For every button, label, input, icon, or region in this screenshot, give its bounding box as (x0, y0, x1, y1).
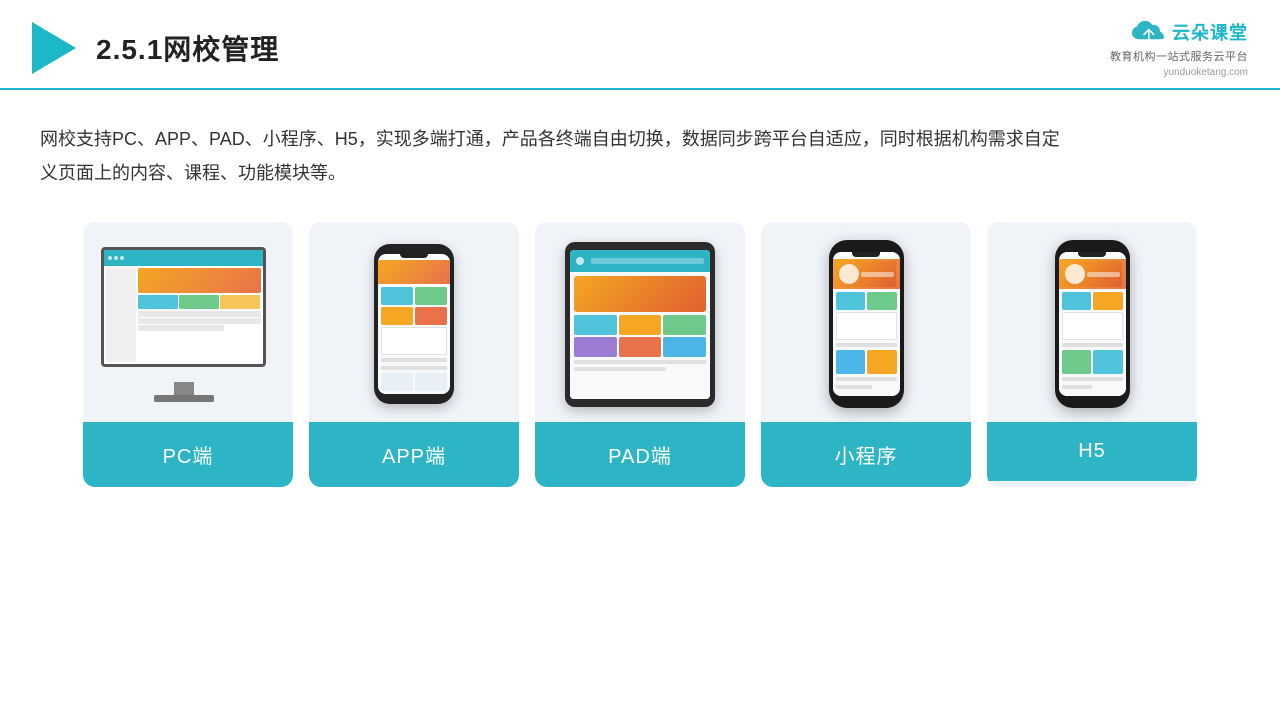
card-miniprogram-image (761, 222, 971, 422)
miniprogram-phone-screen (833, 252, 900, 396)
cloud-icon (1128, 18, 1168, 46)
pc-mockup (101, 247, 276, 402)
page-title: 2.5.1网校管理 (96, 28, 279, 68)
card-h5-image (987, 222, 1197, 422)
card-pad-image (535, 222, 745, 422)
description-text: 网校支持PC、APP、PAD、小程序、H5，实现多端打通，产品各终端自由切换，数… (0, 90, 1100, 206)
card-pad-label: PAD端 (535, 422, 745, 487)
brand-logo: 云朵课堂 教育机构一站式服务云平台 yunduoketang.com (1110, 18, 1248, 78)
card-app-image (309, 222, 519, 422)
card-pc-image (83, 222, 293, 422)
logo-subtitle: 教育机构一站式服务云平台 (1110, 48, 1248, 64)
logo-domain: yunduoketang.com (1163, 67, 1248, 78)
card-app: APP端 (309, 222, 519, 487)
card-miniprogram: 小程序 (761, 222, 971, 487)
app-phone-mockup (374, 244, 454, 404)
card-pc: PC端 (83, 222, 293, 487)
card-pc-label: PC端 (83, 422, 293, 487)
pad-screen (570, 250, 710, 399)
cloud-logo: 云朵课堂 (1128, 18, 1248, 46)
app-phone-screen (378, 254, 450, 394)
pc-screen (101, 247, 266, 367)
card-app-label: APP端 (309, 422, 519, 487)
description-content: 网校支持PC、APP、PAD、小程序、H5，实现多端打通，产品各终端自由切换，数… (40, 129, 1060, 183)
card-h5: H5 (987, 222, 1197, 487)
pad-mockup (565, 242, 715, 407)
card-h5-label: H5 (987, 422, 1197, 481)
h5-phone-mockup (1055, 240, 1130, 408)
header-left: 2.5.1网校管理 (32, 22, 279, 74)
platform-cards: PC端 (0, 206, 1280, 507)
card-miniprogram-label: 小程序 (761, 422, 971, 487)
logo-text: 云朵课堂 (1172, 19, 1248, 45)
h5-phone-screen (1059, 252, 1126, 396)
card-pad: PAD端 (535, 222, 745, 487)
brand-triangle-icon (32, 22, 76, 74)
pc-base (154, 395, 214, 402)
miniprogram-phone-mockup (829, 240, 904, 408)
page-header: 2.5.1网校管理 云朵课堂 教育机构一站式服务云平台 yunduoketang… (0, 0, 1280, 90)
